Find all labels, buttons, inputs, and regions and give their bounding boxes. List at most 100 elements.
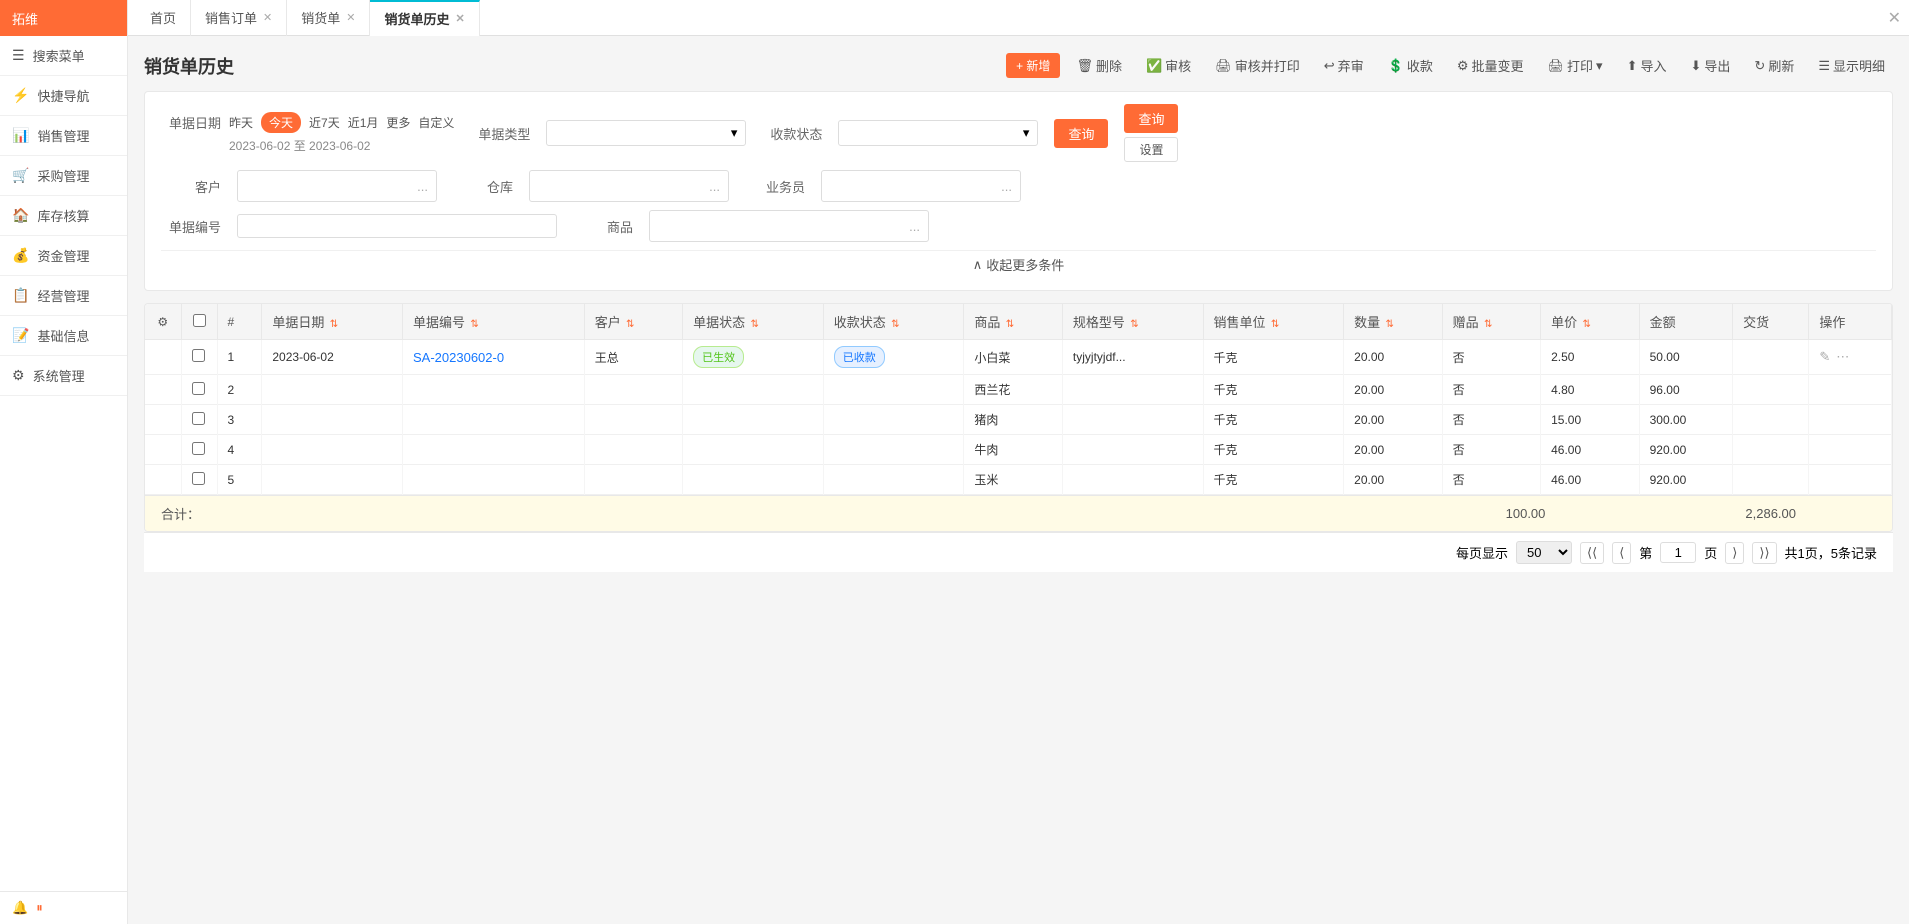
edit-icon[interactable]: ✎ — [1819, 349, 1830, 365]
sidebar-bottom: 🔔 ⏸ — [0, 891, 127, 924]
next-page-btn[interactable]: ⟩ — [1725, 542, 1744, 564]
doc-no-input[interactable] — [237, 214, 557, 238]
sidebar-item-system-mgmt[interactable]: ⚙ 系统管理 — [0, 356, 127, 396]
date-opt-yesterday[interactable]: 昨天 — [229, 114, 253, 131]
sidebar-item-sales-mgmt[interactable]: 📊 销售管理 — [0, 116, 127, 156]
td-doc-no[interactable] — [403, 375, 585, 405]
row-checkbox[interactable] — [192, 412, 205, 425]
td-spec — [1062, 405, 1203, 435]
goods-dots[interactable]: ... — [909, 219, 920, 234]
notification-icon[interactable]: 🔔 — [12, 900, 28, 916]
td-checkbox[interactable] — [181, 340, 217, 375]
sidebar-item-quick-nav[interactable]: ⚡ 快捷导航 — [0, 76, 127, 116]
settings-button[interactable]: 设置 — [1124, 137, 1178, 162]
td-checkbox[interactable] — [181, 405, 217, 435]
th-doc-status[interactable]: 单据状态 ⇅ — [683, 304, 824, 340]
th-unit[interactable]: 销售单位 ⇅ — [1203, 304, 1344, 340]
date-opt-7days[interactable]: 近7天 — [309, 114, 340, 131]
td-checkbox[interactable] — [181, 435, 217, 465]
tab-sales-order[interactable]: 销售订单 ✕ — [191, 0, 287, 36]
th-payment-status[interactable]: 收款状态 ⇅ — [823, 304, 964, 340]
last-page-btn[interactable]: ⟩⟩ — [1752, 542, 1776, 564]
close-tab-sales-order[interactable]: ✕ — [263, 11, 272, 24]
th-doc-date[interactable]: 单据日期 ⇅ — [262, 304, 403, 340]
new-button[interactable]: + 新增 — [1006, 53, 1060, 78]
th-qty[interactable]: 数量 ⇅ — [1344, 304, 1442, 340]
td-actions[interactable] — [1809, 435, 1892, 465]
doc-no-link[interactable]: SA-20230602-0 — [413, 350, 504, 365]
warehouse-dots[interactable]: ... — [709, 179, 720, 194]
refresh-button[interactable]: ↻ 刷新 — [1746, 52, 1802, 79]
salesman-dots[interactable]: ... — [1001, 179, 1012, 194]
display-button[interactable]: ☰ 显示明细 — [1810, 52, 1893, 79]
th-settings[interactable]: ⚙ — [145, 304, 181, 340]
td-checkbox[interactable] — [181, 465, 217, 495]
payment-status-select[interactable]: ▾ — [838, 120, 1038, 146]
warehouse-input[interactable] — [538, 175, 705, 197]
first-page-btn[interactable]: ⟨⟨ — [1580, 542, 1604, 564]
close-tab-sales-history[interactable]: ✕ — [456, 12, 465, 25]
sidebar-item-inventory-calc[interactable]: 🏠 库存核算 — [0, 196, 127, 236]
customer-dots[interactable]: ... — [417, 179, 428, 194]
date-opt-today[interactable]: 今天 — [261, 112, 301, 133]
collapse-button[interactable]: ∧ 收起更多条件 — [161, 250, 1876, 278]
sidebar-item-search-menu[interactable]: ☰ 搜索菜单 — [0, 36, 127, 76]
audit-button[interactable]: ✅ 审核 — [1138, 52, 1199, 79]
pause-icon[interactable]: ⏸ — [36, 900, 43, 916]
query-button[interactable]: 查询 — [1054, 119, 1108, 148]
th-gift[interactable]: 赠品 ⇅ — [1442, 304, 1540, 340]
tab-sales-goods[interactable]: 销货单 ✕ — [287, 0, 370, 36]
sidebar-item-purchase-mgmt[interactable]: 🛒 采购管理 — [0, 156, 127, 196]
customer-input[interactable] — [246, 175, 413, 197]
td-actions[interactable] — [1809, 465, 1892, 495]
more-icon[interactable]: ⋯ — [1836, 349, 1849, 365]
th-doc-no[interactable]: 单据编号 ⇅ — [403, 304, 585, 340]
td-actions[interactable] — [1809, 405, 1892, 435]
row-checkbox[interactable] — [192, 472, 205, 485]
abandon-button[interactable]: ↩ 弃审 — [1316, 52, 1372, 79]
close-tab-sales-goods[interactable]: ✕ — [346, 11, 355, 24]
export-button[interactable]: ⬇ 导出 — [1682, 52, 1738, 79]
tab-home[interactable]: 首页 — [136, 0, 191, 36]
batch-change-button[interactable]: ⚙ 批量变更 — [1449, 52, 1532, 79]
date-opt-more[interactable]: 更多 — [386, 114, 410, 131]
close-all-tabs-icon[interactable]: ✕ — [1888, 8, 1901, 28]
page-size-select[interactable]: 50 100 — [1516, 541, 1572, 564]
tab-sales-history[interactable]: 销货单历史 ✕ — [370, 0, 479, 36]
td-payment-status — [823, 435, 964, 465]
date-opt-custom[interactable]: 自定义 — [418, 114, 454, 131]
page-number-input[interactable] — [1660, 542, 1696, 563]
import-button[interactable]: ⬆ 导入 — [1619, 52, 1675, 79]
sidebar-item-basic-info[interactable]: 📝 基础信息 — [0, 316, 127, 356]
select-all-checkbox[interactable] — [193, 314, 206, 327]
print-button[interactable]: 🖨 打印 ▾ — [1540, 52, 1611, 79]
row-checkbox[interactable] — [192, 349, 205, 362]
sidebar-item-operations-mgmt[interactable]: 📋 经营管理 — [0, 276, 127, 316]
query-btn-2[interactable]: 查询 — [1124, 104, 1178, 133]
goods-input[interactable] — [658, 215, 905, 237]
td-doc-no[interactable] — [403, 405, 585, 435]
collect-button[interactable]: 💲 收款 — [1380, 52, 1441, 79]
delete-button[interactable]: 🗑 删除 — [1068, 52, 1130, 79]
doc-type-select[interactable]: ▾ — [546, 120, 746, 146]
th-price[interactable]: 单价 ⇅ — [1541, 304, 1639, 340]
th-customer[interactable]: 客户 ⇅ — [584, 304, 682, 340]
prev-page-btn[interactable]: ⟨ — [1612, 542, 1631, 564]
th-checkbox[interactable] — [181, 304, 217, 340]
date-opt-1month[interactable]: 近1月 — [348, 114, 379, 131]
td-doc-no[interactable] — [403, 465, 585, 495]
th-goods[interactable]: 商品 ⇅ — [964, 304, 1062, 340]
td-actions[interactable]: ✎⋯ — [1809, 340, 1892, 375]
td-row-no: 5 — [217, 465, 262, 495]
th-spec[interactable]: 规格型号 ⇅ — [1062, 304, 1203, 340]
sidebar-item-fund-mgmt[interactable]: 💰 资金管理 — [0, 236, 127, 276]
td-doc-no[interactable]: SA-20230602-0 — [403, 340, 585, 375]
row-checkbox[interactable] — [192, 442, 205, 455]
row-checkbox[interactable] — [192, 382, 205, 395]
salesman-input[interactable] — [830, 175, 997, 197]
td-actions[interactable] — [1809, 375, 1892, 405]
td-checkbox[interactable] — [181, 375, 217, 405]
print-icon: 🖨 — [1548, 58, 1565, 74]
audit-print-button[interactable]: 🖨 审核并打印 — [1207, 52, 1308, 79]
td-doc-no[interactable] — [403, 435, 585, 465]
